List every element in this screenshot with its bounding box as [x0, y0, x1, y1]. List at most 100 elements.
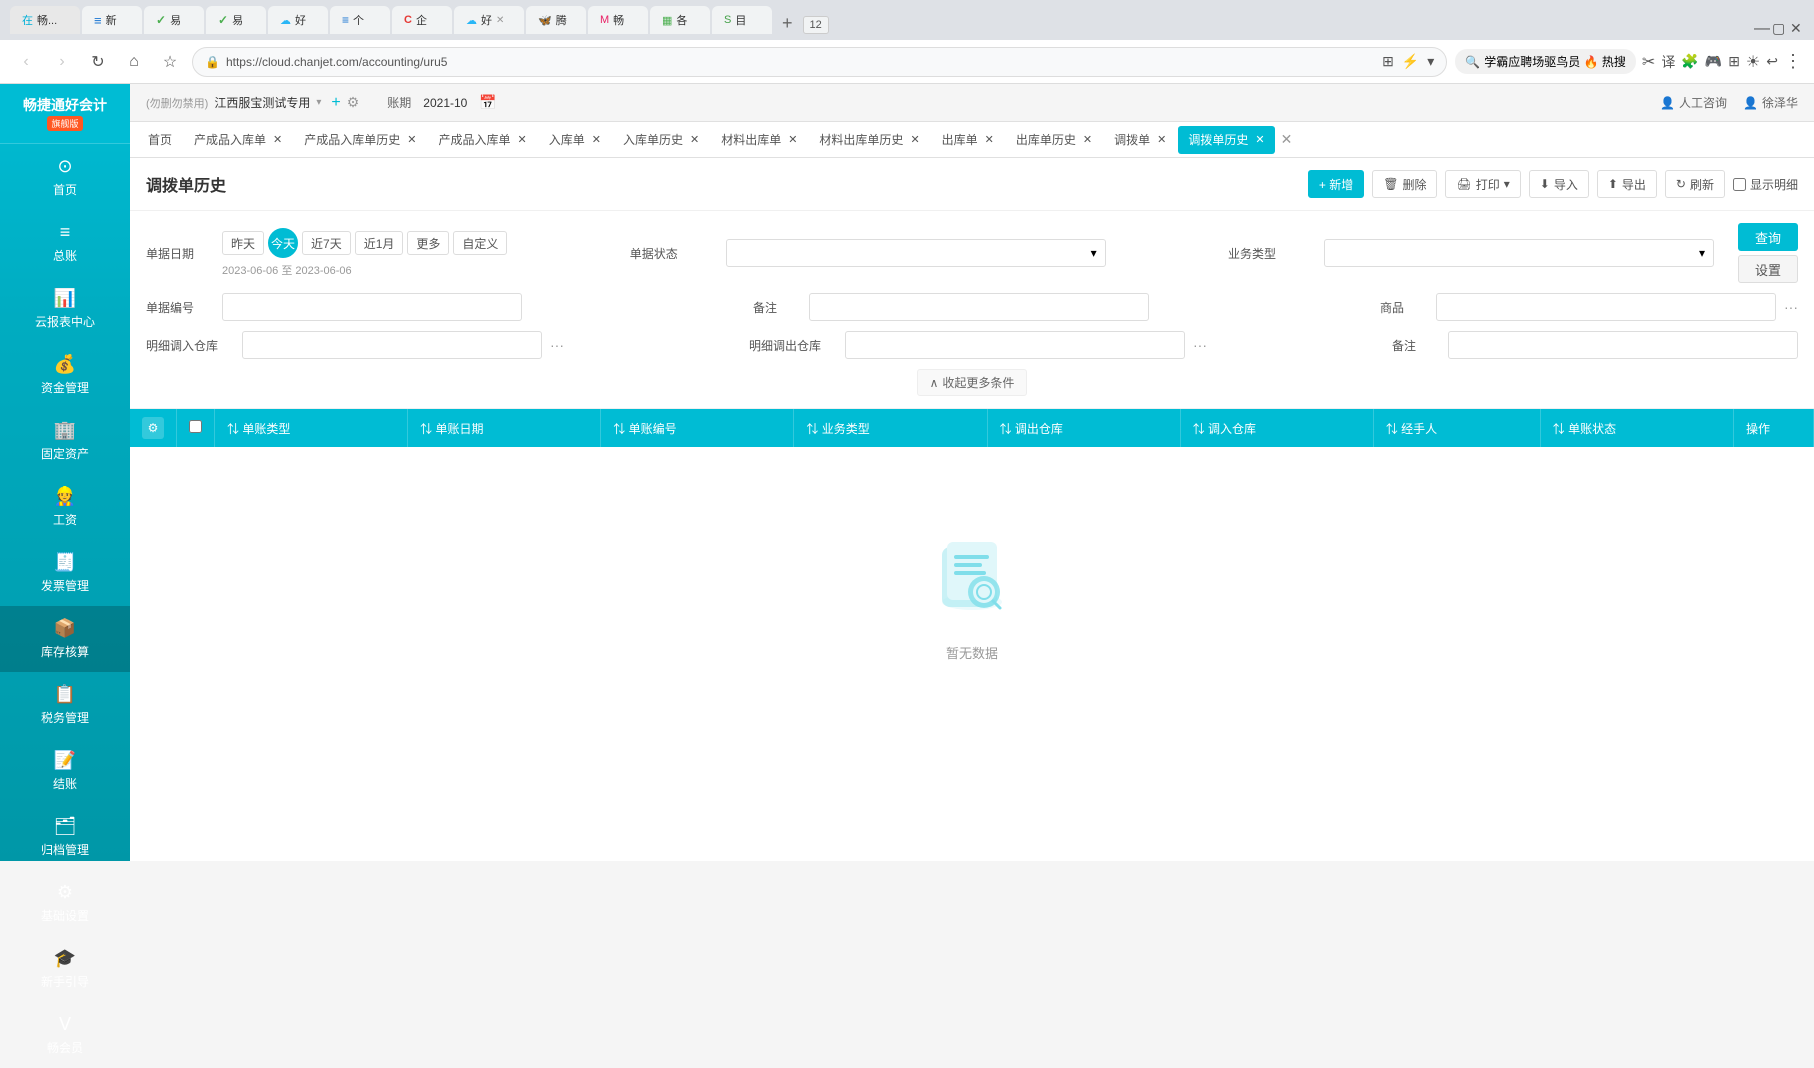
- date-today-btn[interactable]: 今天: [268, 228, 298, 258]
- tab-product-inbound-history[interactable]: 产成品入库单历史 ✕: [294, 126, 426, 154]
- status-select[interactable]: ▾: [726, 239, 1106, 267]
- browser-tab-10[interactable]: M畅: [588, 6, 648, 34]
- date-7days-btn[interactable]: 近7天: [302, 231, 351, 255]
- delete-btn[interactable]: 🗑 删除: [1372, 170, 1437, 198]
- window-maximize[interactable]: ▢: [1772, 20, 1786, 34]
- query-btn[interactable]: 查询: [1738, 223, 1798, 251]
- import-btn[interactable]: ⬇ 导入: [1529, 170, 1589, 198]
- address-dropdown[interactable]: ▾: [1427, 53, 1434, 70]
- tab-transfer-close[interactable]: ✕: [1157, 133, 1166, 146]
- tab-inbound-history[interactable]: 入库单历史 ✕: [613, 126, 709, 154]
- back-button[interactable]: ‹: [12, 48, 40, 76]
- new-tab-btn[interactable]: +: [774, 13, 801, 34]
- date-yesterday-btn[interactable]: 昨天: [222, 231, 264, 255]
- show-full-checkbox[interactable]: [1733, 178, 1746, 191]
- tab-outbound-history[interactable]: 出库单历史 ✕: [1006, 126, 1102, 154]
- detail-remark-input[interactable]: [1448, 331, 1798, 359]
- date-1month-btn[interactable]: 近1月: [355, 231, 404, 255]
- browser-tab-4[interactable]: ✓易: [206, 6, 266, 34]
- menu-icon[interactable]: ⋮: [1784, 51, 1802, 72]
- sidebar-item-payroll[interactable]: 👷 工资: [0, 474, 130, 540]
- sidebar-item-reports[interactable]: 📊 云报表中心: [0, 276, 130, 342]
- remark-input[interactable]: [809, 293, 1149, 321]
- goods-input[interactable]: [1436, 293, 1776, 321]
- browser-tab[interactable]: 在畅...: [10, 6, 80, 34]
- tab-product-inbound[interactable]: 产成品入库单 ✕: [184, 126, 292, 154]
- company-settings-icon[interactable]: ⚙: [347, 94, 360, 111]
- tab-material-outbound-history-close[interactable]: ✕: [910, 133, 919, 146]
- tab-transfer-history[interactable]: 调拨单历史 ✕: [1178, 126, 1274, 154]
- tab-material-outbound-history[interactable]: 材料出库单历史 ✕: [809, 126, 929, 154]
- table-gear-btn[interactable]: ⚙: [142, 417, 164, 439]
- refresh-button[interactable]: ↻: [84, 48, 112, 76]
- bookmark-button[interactable]: ☆: [156, 48, 184, 76]
- tab-outbound[interactable]: 出库单 ✕: [932, 126, 1004, 154]
- search-box[interactable]: 🔍 学霸应聘场驱鸟员 🔥 热搜: [1455, 49, 1636, 74]
- forward-button[interactable]: ›: [48, 48, 76, 76]
- out-warehouse-more-btn[interactable]: ···: [1193, 337, 1207, 353]
- tab-material-outbound-close[interactable]: ✕: [788, 133, 797, 146]
- sidebar-item-guide[interactable]: 🎓 新手引导: [0, 936, 130, 1002]
- sidebar-item-home[interactable]: ⊙ 首页: [0, 144, 130, 210]
- sidebar-item-settings[interactable]: ⚙ 基础设置: [0, 870, 130, 936]
- out-warehouse-input[interactable]: [845, 331, 1185, 359]
- close-all-btn[interactable]: ✕: [1281, 131, 1293, 148]
- address-bar[interactable]: 🔒 https://cloud.chanjet.com/accounting/u…: [192, 47, 1447, 77]
- browser-tab-2[interactable]: ≡新: [82, 6, 142, 34]
- window-minimize[interactable]: —: [1754, 20, 1768, 34]
- refresh-btn[interactable]: ↻ 刷新: [1665, 170, 1725, 198]
- date-range: 2023-06-06 至 2023-06-06: [222, 262, 507, 278]
- sidebar-item-invoices[interactable]: 🧾 发票管理: [0, 540, 130, 606]
- browser-tab-7[interactable]: C企: [392, 6, 452, 34]
- tab-home[interactable]: 首页: [138, 126, 182, 154]
- tab-outbound-close[interactable]: ✕: [985, 133, 994, 146]
- sidebar-item-ledger[interactable]: ≡ 总账: [0, 210, 130, 276]
- add-company-btn[interactable]: +: [331, 94, 340, 112]
- sidebar-item-closing[interactable]: 📝 结账: [0, 738, 130, 804]
- browser-tab-12[interactable]: S目: [712, 6, 772, 34]
- sidebar-item-finance[interactable]: 💰 资金管理: [0, 342, 130, 408]
- browser-tab-8[interactable]: ☁好✕: [454, 6, 524, 34]
- tab-transfer-history-close[interactable]: ✕: [1255, 133, 1264, 146]
- collapse-btn[interactable]: ∧ 收起更多条件: [917, 369, 1028, 396]
- out-warehouse-label: 明细调出仓库: [749, 337, 829, 354]
- date-custom-btn[interactable]: 自定义: [453, 231, 507, 255]
- in-warehouse-input[interactable]: [242, 331, 542, 359]
- company-selector[interactable]: (勿删勿禁用) 江西服宝测试专用 ▾ + ⚙: [146, 94, 359, 112]
- date-more-btn[interactable]: 更多: [407, 231, 449, 255]
- doc-num-input[interactable]: [222, 293, 522, 321]
- tab-transfer[interactable]: 调拨单 ✕: [1104, 126, 1176, 154]
- browser-tab-5[interactable]: ☁好: [268, 6, 328, 34]
- sidebar-item-inventory[interactable]: 📦 库存核算: [0, 606, 130, 672]
- settings-btn[interactable]: 设置: [1738, 255, 1798, 283]
- biz-type-select[interactable]: ▾: [1324, 239, 1714, 267]
- sidebar-item-fixed-assets[interactable]: 🏢 固定资产: [0, 408, 130, 474]
- browser-tab-6[interactable]: ≡个: [330, 6, 390, 34]
- window-close[interactable]: ✕: [1790, 20, 1804, 34]
- calendar-icon[interactable]: 📅: [479, 94, 496, 111]
- tab-inbound-history-close[interactable]: ✕: [690, 133, 699, 146]
- export-btn[interactable]: ⬆ 导出: [1597, 170, 1657, 198]
- tab-outbound-history-close[interactable]: ✕: [1083, 133, 1092, 146]
- tab-inbound[interactable]: 入库单 ✕: [539, 126, 611, 154]
- service-btn[interactable]: 👤人工咨询: [1660, 94, 1727, 111]
- sidebar-item-tax[interactable]: 📋 税务管理: [0, 672, 130, 738]
- goods-more-btn[interactable]: ···: [1784, 299, 1798, 315]
- browser-tab-11[interactable]: ▦各: [650, 6, 710, 34]
- select-all-checkbox[interactable]: [189, 420, 202, 433]
- browser-tab-3[interactable]: ✓易: [144, 6, 204, 34]
- tab-material-outbound[interactable]: 材料出库单 ✕: [711, 126, 807, 154]
- new-btn[interactable]: + 新增: [1308, 170, 1364, 198]
- tab-product-inbound-2[interactable]: 产成品入库单 ✕: [428, 126, 536, 154]
- tab-product-inbound-history-close[interactable]: ✕: [407, 133, 416, 146]
- user-avatar[interactable]: 👤徐泽华: [1743, 94, 1798, 111]
- tab-product-inbound-2-close[interactable]: ✕: [518, 133, 527, 146]
- tab-inbound-close[interactable]: ✕: [592, 133, 601, 146]
- sidebar-item-archive[interactable]: 🗂 归档管理: [0, 804, 130, 870]
- in-warehouse-more-btn[interactable]: ···: [550, 337, 564, 353]
- browser-tab-9[interactable]: 🦋腾: [526, 6, 586, 34]
- home-button[interactable]: ⌂: [120, 48, 148, 76]
- tab-product-inbound-close[interactable]: ✕: [273, 133, 282, 146]
- print-btn[interactable]: 🖨 打印 ▾: [1445, 170, 1520, 198]
- sidebar-item-vip[interactable]: V 畅会员: [0, 1002, 130, 1068]
